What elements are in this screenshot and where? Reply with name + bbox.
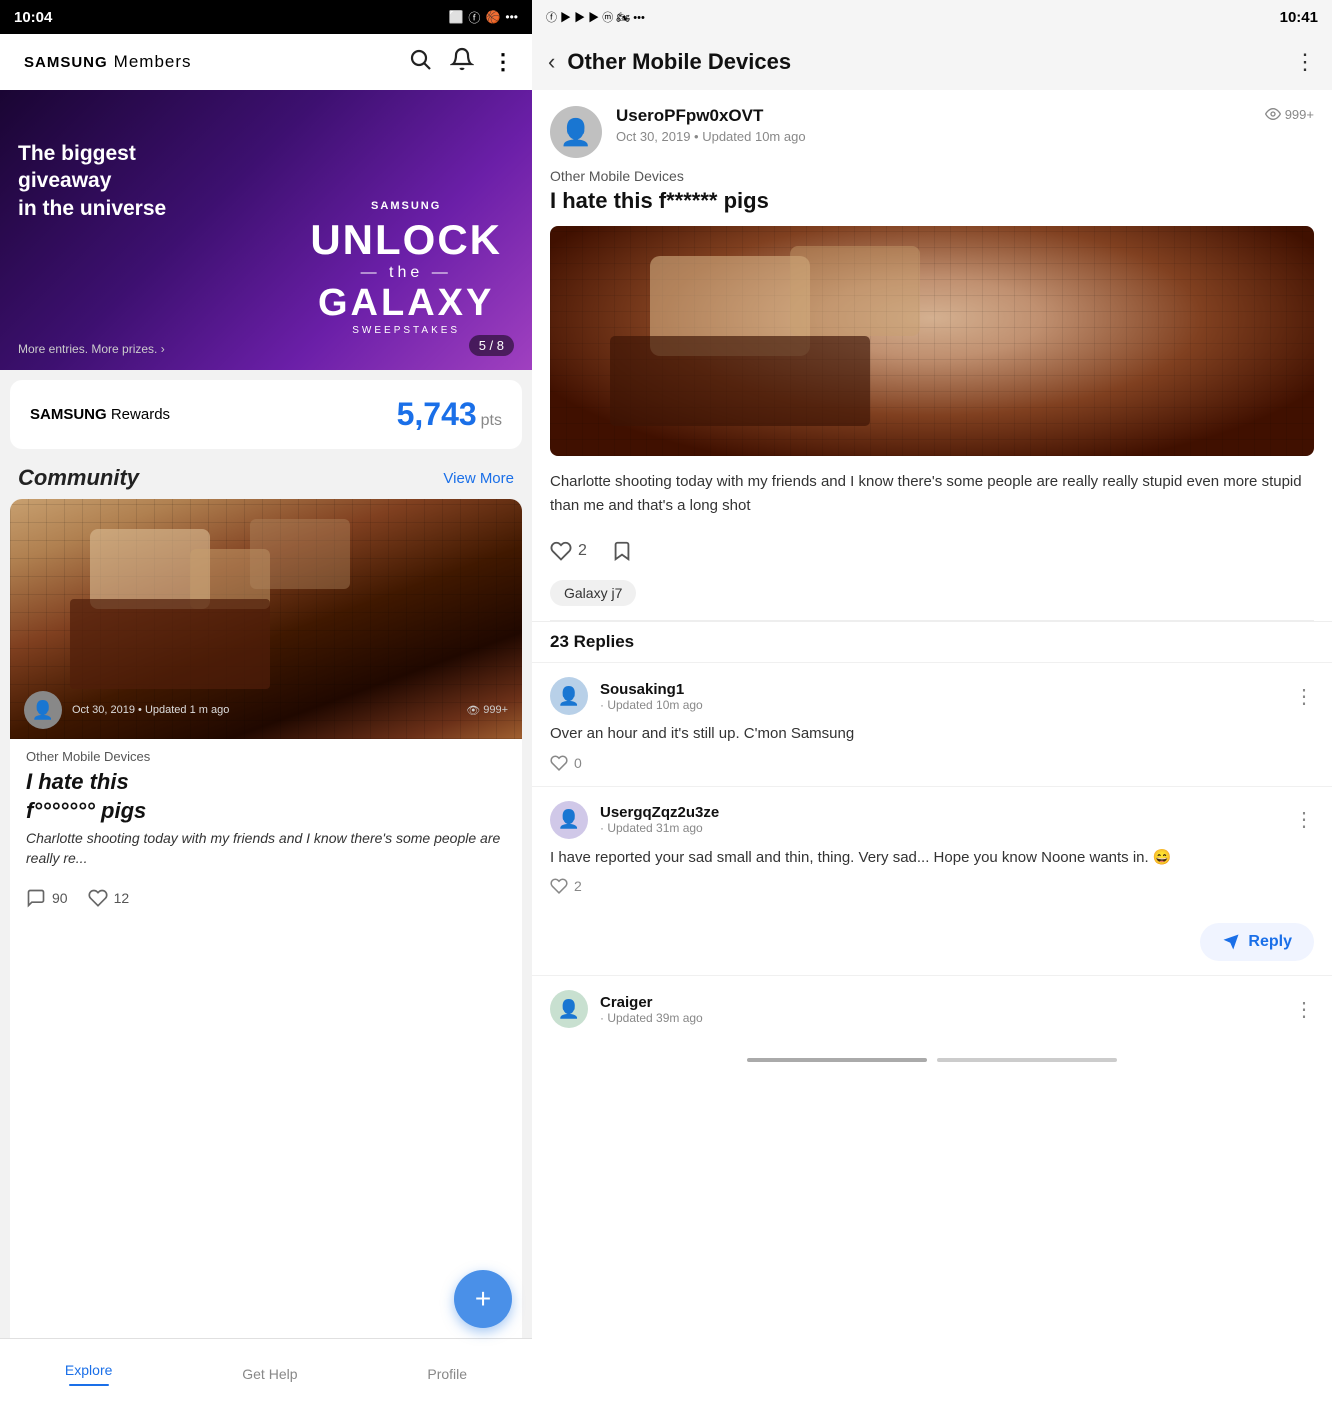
scroll-indicators <box>532 1050 1332 1070</box>
rewards-label: SAMSUNG Rewards <box>30 406 170 423</box>
reply-avatar-1: 👤 <box>550 677 588 715</box>
like-button[interactable]: 2 <box>550 540 587 562</box>
right-panel: ⓕ ▶ ▶ ▶ ⓜ 🏍 ••• 10:41 ‹ Other Mobile Dev… <box>532 0 1332 1408</box>
nav-profile[interactable]: Profile <box>407 1358 487 1390</box>
more-icon-left[interactable]: ⋮ <box>492 49 514 75</box>
post-detail-title: I hate this f****** pigs <box>532 188 1332 226</box>
page-title: Other Mobile Devices <box>567 49 1282 75</box>
reply-author-row-2: 👤 UsergqZqz2u3ze · Updated 31m ago ⋮ <box>550 801 1314 839</box>
status-icons-left: ⬜ ⓕ 🏀 ••• <box>448 9 518 26</box>
replies-header: 23 Replies <box>532 621 1332 662</box>
right-top-bar: ‹ Other Mobile Devices ⋮ <box>532 34 1332 90</box>
top-bar-icons: ⋮ <box>408 47 514 77</box>
post-image: 👤 Oct 30, 2019 • Updated 1 m ago 👁 999+ <box>10 499 522 739</box>
top-bar-left: SAMSUNGMembers ⋮ <box>0 34 532 90</box>
fab-button[interactable]: + <box>454 1270 512 1328</box>
reply-author-name-2: UsergqZqz2u3ze <box>600 804 719 821</box>
like-count: 12 <box>88 888 130 908</box>
more-entries-text: More entries. More prizes. › <box>18 342 165 356</box>
reply-like-1[interactable]: 0 <box>550 754 1314 772</box>
reply-author-info-3: Craiger · Updated 39m ago <box>600 994 703 1025</box>
banner: The biggest giveaway in the universe SAM… <box>0 90 532 370</box>
time-right: 10:41 <box>1280 9 1318 26</box>
tags-area: Galaxy j7 <box>532 576 1332 620</box>
banner-tagline: The biggest giveaway in the universe <box>18 140 166 222</box>
more-button-right[interactable]: ⋮ <box>1294 49 1316 75</box>
scroll-indicator-1 <box>747 1058 927 1062</box>
views-badge: 999+ <box>1265 106 1314 122</box>
reply-meta-3: · Updated 39m ago <box>600 1011 703 1025</box>
reply-item-2: 👤 UsergqZqz2u3ze · Updated 31m ago ⋮ I h… <box>532 786 1332 910</box>
reply-author-row-3: 👤 Craiger · Updated 39m ago ⋮ <box>550 990 1314 1028</box>
reply-text-2: I have reported your sad small and thin,… <box>550 847 1314 870</box>
bell-icon[interactable] <box>450 47 474 77</box>
post-detail-body: Charlotte shooting today with my friends… <box>532 456 1332 532</box>
right-content: 👤 UseroPFpw0xOVT Oct 30, 2019 • Updated … <box>532 90 1332 1408</box>
comment-count: 90 <box>26 888 68 908</box>
post-meta-small: Oct 30, 2019 • Updated 1 m ago <box>72 704 456 716</box>
status-bar-right: ⓕ ▶ ▶ ▶ ⓜ 🏍 ••• 10:41 <box>532 0 1332 34</box>
post-body: Charlotte shooting today with my friends… <box>26 829 506 868</box>
banner-counter: 5 / 8 <box>469 335 514 356</box>
reply-more-3[interactable]: ⋮ <box>1294 997 1314 1022</box>
reply-button[interactable]: Reply <box>1200 923 1314 961</box>
reply-avatar-3: 👤 <box>550 990 588 1028</box>
view-more-button[interactable]: View More <box>443 470 514 487</box>
status-bar-left: 10:04 ⬜ ⓕ 🏀 ••• <box>0 0 532 34</box>
author-meta: Oct 30, 2019 • Updated 10m ago <box>616 129 1251 144</box>
community-header: Community View More <box>0 449 532 499</box>
left-panel: 10:04 ⬜ ⓕ 🏀 ••• SAMSUNGMembers ⋮ The big… <box>0 0 532 1408</box>
post-views: 👁 999+ <box>466 704 508 717</box>
post-content: Other Mobile Devices I hate this f°°°°°°… <box>10 739 522 878</box>
status-icons-right-left: ⓕ ▶ ▶ ▶ ⓜ 🏍 ••• <box>546 9 645 25</box>
author-info: UseroPFpw0xOVT Oct 30, 2019 • Updated 10… <box>616 106 1251 144</box>
post-avatar-small: 👤 <box>24 691 62 729</box>
reply-text-1: Over an hour and it's still up. C'mon Sa… <box>550 723 1314 746</box>
reply-author-name-1: Sousaking1 <box>600 681 703 698</box>
reply-author-name-3: Craiger <box>600 994 703 1011</box>
post-detail-category: Other Mobile Devices <box>532 168 1332 188</box>
reply-author-info-1: Sousaking1 · Updated 10m ago <box>600 681 703 712</box>
post-overlay-info: 👤 Oct 30, 2019 • Updated 1 m ago 👁 999+ <box>24 691 508 729</box>
reply-like-2[interactable]: 2 <box>550 877 1314 895</box>
back-button[interactable]: ‹ <box>548 49 555 75</box>
reply-more-2[interactable]: ⋮ <box>1294 807 1314 832</box>
post-title: I hate this f°°°°°°° pigs <box>26 768 506 825</box>
reply-avatar-2: 👤 <box>550 801 588 839</box>
post-category: Other Mobile Devices <box>26 749 506 764</box>
author-avatar: 👤 <box>550 106 602 158</box>
bottom-nav: Explore Get Help Profile <box>0 1338 532 1408</box>
post-detail-image <box>550 226 1314 456</box>
rewards-points: 5,743pts <box>397 396 502 433</box>
reply-author-row-1: 👤 Sousaking1 · Updated 10m ago ⋮ <box>550 677 1314 715</box>
bookmark-button[interactable] <box>611 540 633 562</box>
time-left: 10:04 <box>14 9 52 26</box>
post-detail-actions: 2 <box>532 532 1332 576</box>
reply-meta-1: · Updated 10m ago <box>600 698 703 712</box>
reply-author-info-2: UsergqZqz2u3ze · Updated 31m ago <box>600 804 719 835</box>
app-logo: SAMSUNGMembers <box>18 52 192 72</box>
nav-explore[interactable]: Explore <box>45 1354 132 1394</box>
reply-item-3: 👤 Craiger · Updated 39m ago ⋮ <box>532 975 1332 1050</box>
search-icon[interactable] <box>408 47 432 77</box>
banner-unlock-text: SAMSUNG UNLOCK — the — GALAXY SWEEPSTAKE… <box>310 200 502 336</box>
reply-item: 👤 Sousaking1 · Updated 10m ago ⋮ Over an… <box>532 662 1332 786</box>
reply-more-1[interactable]: ⋮ <box>1294 684 1314 709</box>
scroll-indicator-2 <box>937 1058 1117 1062</box>
post-actions: 90 12 <box>10 878 522 918</box>
community-post-card[interactable]: 👤 Oct 30, 2019 • Updated 1 m ago 👁 999+ … <box>10 499 522 1408</box>
reply-meta-2: · Updated 31m ago <box>600 821 719 835</box>
tag-chip[interactable]: Galaxy j7 <box>550 580 636 606</box>
author-section: 👤 UseroPFpw0xOVT Oct 30, 2019 • Updated … <box>532 90 1332 168</box>
reply-input-bar: Reply <box>532 909 1332 975</box>
community-title: Community <box>18 465 139 491</box>
rewards-card: SAMSUNG Rewards 5,743pts <box>10 380 522 449</box>
author-name: UseroPFpw0xOVT <box>616 106 1251 126</box>
nav-get-help[interactable]: Get Help <box>222 1358 317 1390</box>
